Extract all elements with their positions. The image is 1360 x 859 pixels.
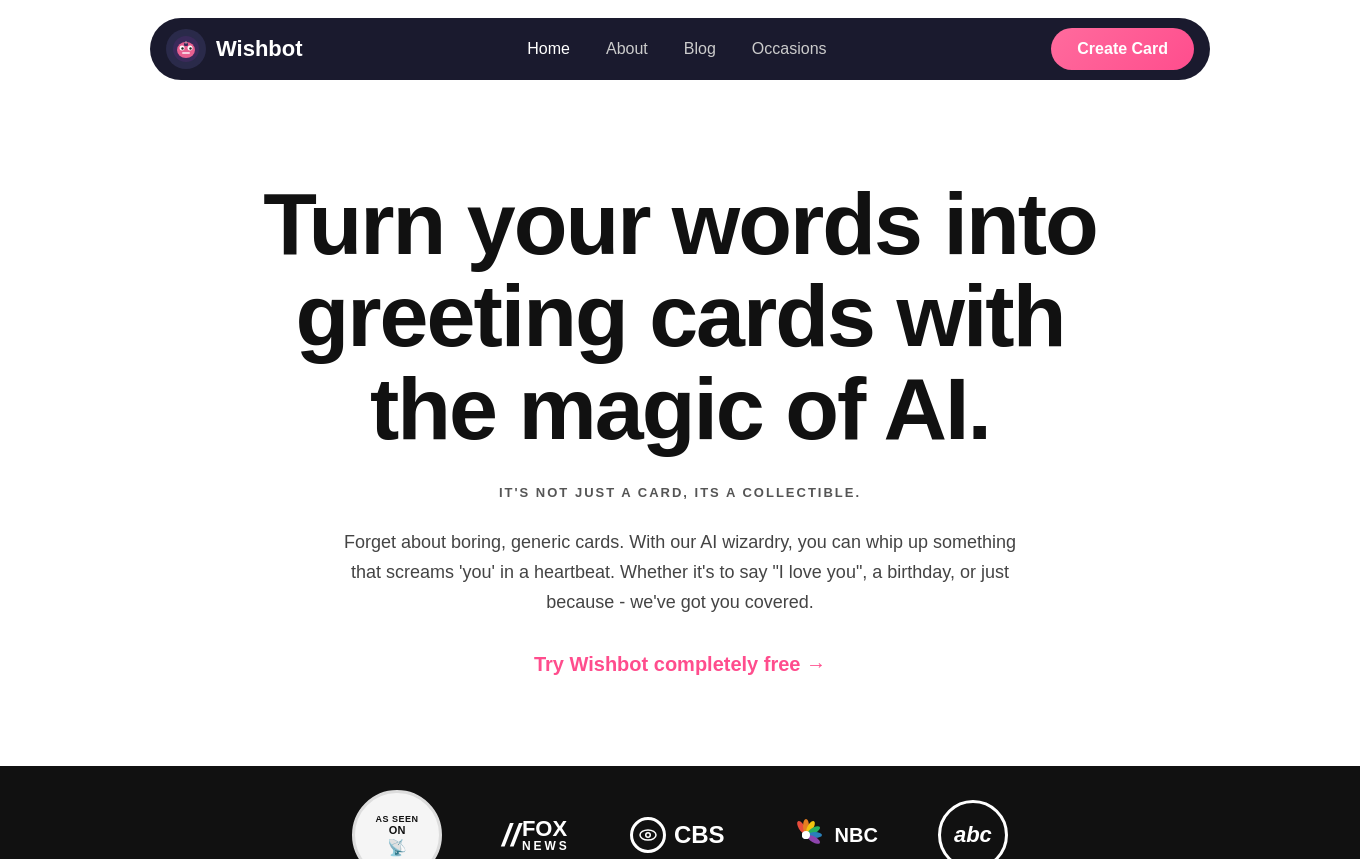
svg-rect-8 [186, 41, 187, 44]
as-seen-top: AS SEEN [376, 814, 419, 825]
cbs-label: CBS [674, 821, 725, 849]
nav-links: Home About Blog Occasions [527, 40, 826, 58]
fox-slash-icon: // [502, 817, 520, 854]
hero-cta-link[interactable]: Try Wishbot completely free → [534, 653, 826, 675]
hero-subtitle: IT'S NOT JUST A CARD, ITS A COLLECTIBLE. [250, 485, 1110, 500]
as-seen-mid: ON [389, 824, 406, 837]
logo-icon [166, 29, 206, 69]
svg-point-4 [181, 47, 183, 49]
nav-link-about[interactable]: About [606, 40, 648, 58]
hero-section: Turn your words into greeting cards with… [230, 98, 1130, 736]
hero-title: Turn your words into greeting cards with… [250, 178, 1110, 455]
logo-link[interactable]: Wishbot [166, 29, 303, 69]
abc-label: abc [938, 800, 1008, 859]
press-bar: AS SEEN ON 📡 // FOX NEWS [0, 766, 1360, 859]
nav-link-home[interactable]: Home [527, 40, 570, 58]
navbar: Wishbot Home About Blog Occasions Create… [150, 18, 1210, 80]
broadcast-icon: 📡 [387, 838, 407, 857]
svg-point-11 [646, 834, 649, 837]
cbs-eye-icon [630, 817, 666, 853]
svg-point-5 [189, 47, 191, 49]
hero-description: Forget about boring, generic cards. With… [340, 528, 1020, 617]
as-seen-on-badge: AS SEEN ON 📡 [352, 790, 442, 859]
cbs-logo: CBS [630, 805, 725, 859]
svg-rect-6 [182, 52, 190, 54]
fox-news-logo: // FOX NEWS [502, 805, 570, 859]
logo-label: Wishbot [216, 36, 303, 62]
press-logos-container: AS SEEN ON 📡 // FOX NEWS [150, 790, 1210, 859]
abc-logo: abc [938, 805, 1008, 859]
nbc-peacock-icon [785, 814, 827, 856]
nav-link-occasions[interactable]: Occasions [752, 40, 827, 58]
nbc-label: NBC [835, 824, 878, 847]
nbc-logo: NBC [785, 805, 878, 859]
nav-link-blog[interactable]: Blog [684, 40, 716, 58]
create-card-button[interactable]: Create Card [1051, 28, 1194, 70]
svg-point-19 [802, 831, 810, 839]
fox-text: FOX NEWS [522, 818, 570, 852]
